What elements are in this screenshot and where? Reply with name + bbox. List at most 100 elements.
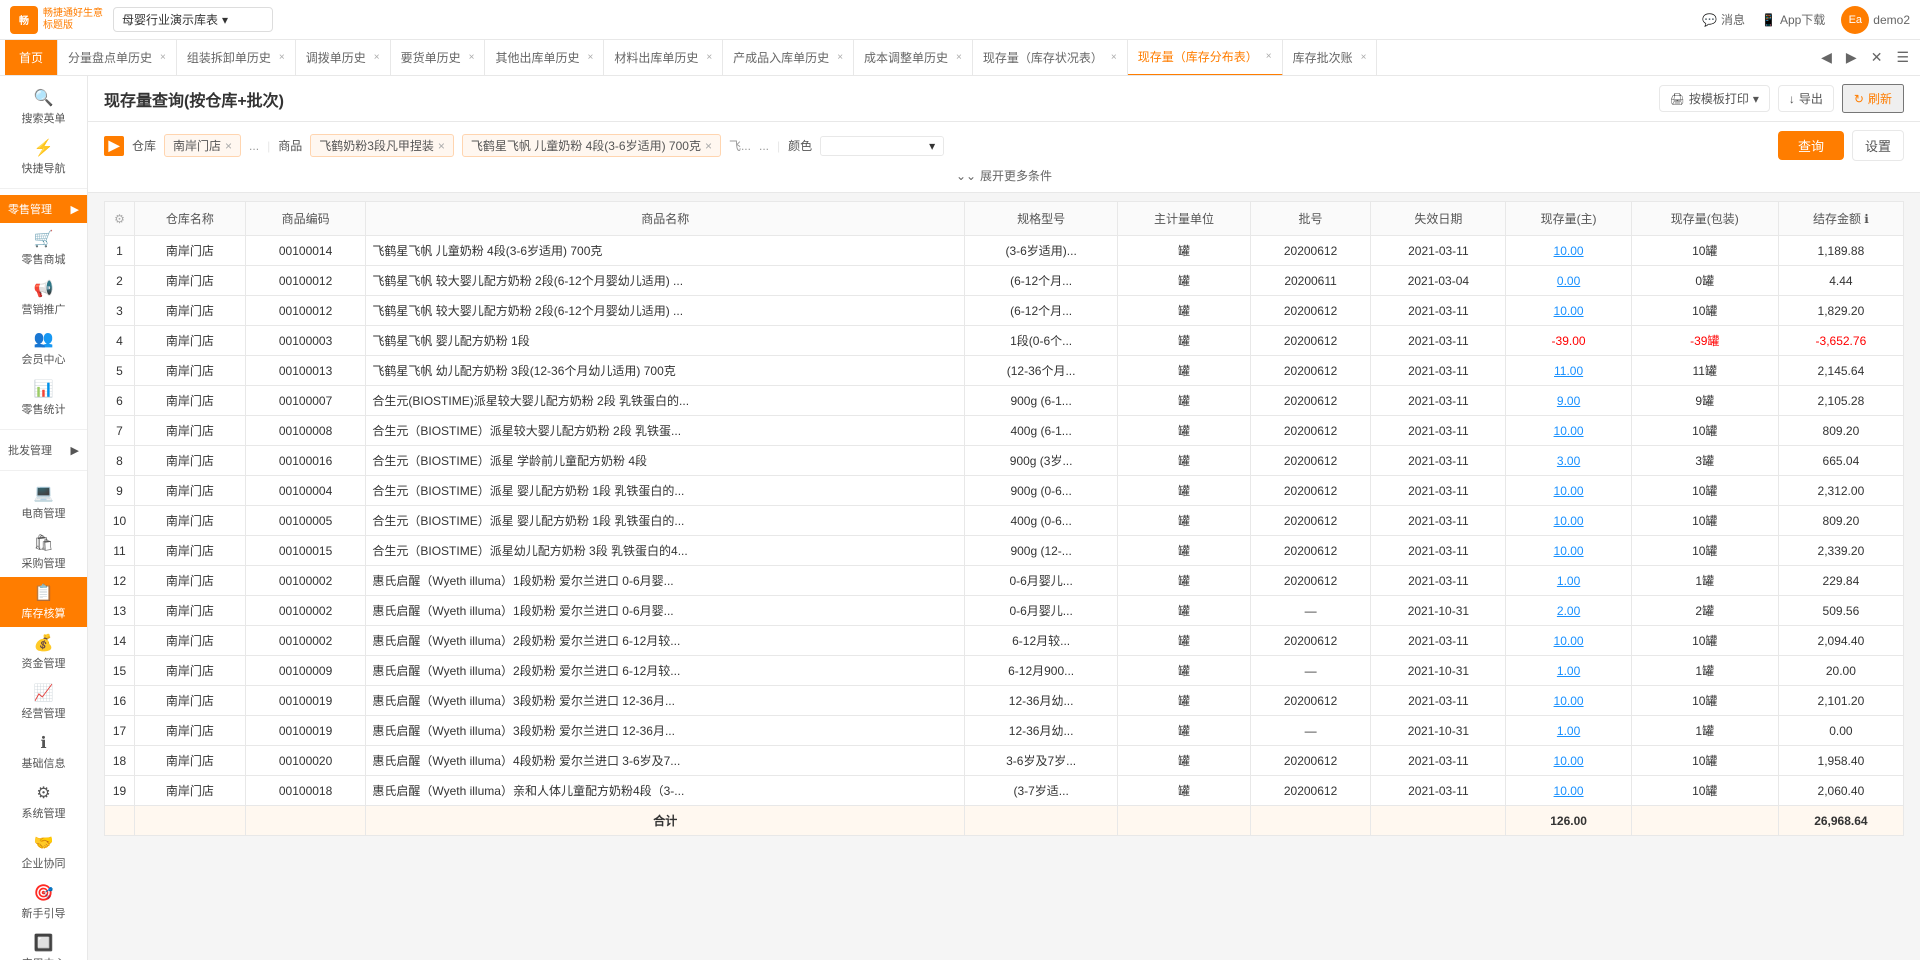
user-avatar[interactable]: Ea demo2: [1841, 6, 1910, 34]
row-expiry: 2021-03-11: [1371, 446, 1506, 476]
row-expiry: 2021-03-11: [1371, 296, 1506, 326]
row-qty-main[interactable]: 1.00: [1506, 716, 1631, 746]
warehouse-tag[interactable]: 南岸门店 ×: [164, 134, 241, 157]
sidebar-item-retail-store[interactable]: 🛒 零售商城: [0, 223, 87, 273]
row-qty-main[interactable]: 10.00: [1506, 626, 1631, 656]
sidebar-item-retail-mgmt[interactable]: 零售管理 ▶: [0, 195, 87, 223]
logo-area: 畅 畅捷通好生意 标题版: [10, 6, 103, 34]
sidebar-item-purchase[interactable]: 🛍 采购管理: [0, 527, 87, 577]
row-qty-main[interactable]: 1.00: [1506, 656, 1631, 686]
row-qty-main[interactable]: 9.00: [1506, 386, 1631, 416]
color-dropdown[interactable]: ▾: [820, 136, 944, 156]
tab-3[interactable]: 调拨单历史 ×: [296, 40, 391, 76]
row-code: 00100016: [245, 446, 366, 476]
sidebar-item-apps[interactable]: 🔲 应用中心: [0, 927, 87, 960]
tab-next[interactable]: ▶: [1840, 49, 1863, 66]
filter-more-dots2[interactable]: ...: [759, 139, 769, 153]
tab-9[interactable]: 现存量（库存状况表） ×: [973, 40, 1128, 76]
row-qty-main[interactable]: 11.00: [1506, 356, 1631, 386]
sidebar-item-search[interactable]: 🔍 搜索英单: [0, 82, 87, 132]
sidebar-item-wholesale[interactable]: 批发管理 ▶: [0, 436, 87, 464]
tab-close-11[interactable]: ×: [1361, 52, 1367, 63]
row-qty-main[interactable]: 1.00: [1506, 566, 1631, 596]
tab-2[interactable]: 组装拆卸单历史 ×: [177, 40, 296, 76]
tab-8[interactable]: 成本调整单历史 ×: [854, 40, 973, 76]
tab-close-9[interactable]: ×: [1111, 52, 1117, 63]
tab-close-4[interactable]: ×: [469, 52, 475, 63]
sidebar-item-system[interactable]: ⚙ 系统管理: [0, 777, 87, 827]
sidebar-item-guide[interactable]: 🎯 新手引导: [0, 877, 87, 927]
row-qty-main[interactable]: 10.00: [1506, 296, 1631, 326]
row-unit: 罐: [1118, 296, 1251, 326]
tab-close-6[interactable]: ×: [706, 52, 712, 63]
tab-7[interactable]: 产成品入库单历史 ×: [723, 40, 854, 76]
tab-home[interactable]: 首页: [5, 40, 58, 76]
tab-5[interactable]: 其他出库单历史 ×: [485, 40, 604, 76]
row-qty-main[interactable]: 10.00: [1506, 476, 1631, 506]
tab-6[interactable]: 材料出库单历史 ×: [604, 40, 723, 76]
row-name: 合生元（BIOSTIME）派星 婴儿配方奶粉 1段 乳铁蛋白的...: [366, 506, 965, 536]
row-warehouse: 南岸门店: [135, 446, 246, 476]
warehouse-tag-remove[interactable]: ×: [225, 139, 232, 153]
template-print-btn[interactable]: 🖨 按模板打印 ▾: [1659, 85, 1770, 112]
sidebar-item-base-info[interactable]: ℹ 基础信息: [0, 727, 87, 777]
export-btn[interactable]: ↓ 导出: [1778, 85, 1834, 112]
sidebar-item-operations[interactable]: 📈 经营管理: [0, 677, 87, 727]
table-row: 19 南岸门店 00100018 惠氏启醒（Wyeth illuma）亲和人体儿…: [105, 776, 1904, 806]
row-qty-main[interactable]: 3.00: [1506, 446, 1631, 476]
row-qty-pack: 10罐: [1631, 506, 1778, 536]
tab-close-7[interactable]: ×: [837, 52, 843, 63]
filter-expand-btn[interactable]: ▶: [104, 136, 124, 156]
sidebar-item-nav[interactable]: ⚡ 快捷导航: [0, 132, 87, 182]
tab-11[interactable]: 库存批次账 ×: [1283, 40, 1378, 76]
row-qty-main[interactable]: 0.00: [1506, 266, 1631, 296]
row-qty-main[interactable]: 10.00: [1506, 686, 1631, 716]
row-qty-main[interactable]: 10.00: [1506, 746, 1631, 776]
settings-btn[interactable]: 设置: [1852, 130, 1904, 161]
tab-4[interactable]: 要货单历史 ×: [391, 40, 486, 76]
app-download-btn[interactable]: 📱 App下载: [1761, 11, 1825, 28]
row-qty-pack: 10罐: [1631, 296, 1778, 326]
refresh-btn[interactable]: ↻ 刷新: [1842, 84, 1904, 113]
tab-menu[interactable]: ☰: [1890, 49, 1915, 66]
row-qty-main[interactable]: 10.00: [1506, 536, 1631, 566]
sidebar-item-finance[interactable]: 💰 资金管理: [0, 627, 87, 677]
tab-close-3[interactable]: ×: [374, 52, 380, 63]
workspace-selector[interactable]: 母婴行业演示库表 ▾: [113, 7, 273, 32]
sidebar-item-marketing[interactable]: 📢 营销推广: [0, 273, 87, 323]
row-batch: 20200612: [1250, 566, 1371, 596]
tab-close-all[interactable]: ✕: [1865, 49, 1889, 66]
row-qty-main[interactable]: 10.00: [1506, 506, 1631, 536]
message-btn[interactable]: 💬 消息: [1702, 11, 1745, 28]
chevron-icon: ▾: [929, 139, 935, 153]
tab-close-8[interactable]: ×: [956, 52, 962, 63]
filter-more-dots[interactable]: ...: [249, 139, 259, 153]
row-batch: 20200612: [1250, 236, 1371, 266]
gear-icon[interactable]: ⚙: [114, 212, 125, 226]
product-tag-2-remove[interactable]: ×: [705, 139, 712, 153]
product-filter-more[interactable]: 飞...: [729, 137, 751, 154]
row-qty-main[interactable]: 10.00: [1506, 776, 1631, 806]
product-tag-1[interactable]: 飞鹤奶粉3段凡甲捏装 ×: [310, 134, 454, 157]
sidebar-item-inventory[interactable]: 📋 库存核算: [0, 577, 87, 627]
sidebar-item-members[interactable]: 👥 会员中心: [0, 323, 87, 373]
row-qty-main[interactable]: 10.00: [1506, 236, 1631, 266]
tab-1[interactable]: 分量盘点单历史 ×: [58, 40, 177, 76]
tab-close-2[interactable]: ×: [279, 52, 285, 63]
sidebar-item-retail-stats[interactable]: 📊 零售统计: [0, 373, 87, 423]
row-qty-main[interactable]: 2.00: [1506, 596, 1631, 626]
expand-more-btn[interactable]: ⌄⌄ 展开更多条件: [104, 167, 1904, 184]
tab-10[interactable]: 现存量（库存分布表） ×: [1128, 40, 1283, 76]
row-qty-main[interactable]: 10.00: [1506, 416, 1631, 446]
tab-close-1[interactable]: ×: [160, 52, 166, 63]
sidebar-item-collab[interactable]: 🤝 企业协同: [0, 827, 87, 877]
product-tag-2[interactable]: 飞鹤星飞帆 儿童奶粉 4段(3-6岁适用) 700克 ×: [462, 134, 721, 157]
row-name: 合生元(BIOSTIME)派星较大婴儿配方奶粉 2段 乳铁蛋白的...: [366, 386, 965, 416]
tab-close-10[interactable]: ×: [1266, 51, 1272, 62]
sidebar-item-ecommerce[interactable]: 💻 电商管理: [0, 477, 87, 527]
query-btn[interactable]: 查询: [1778, 131, 1844, 160]
tab-close-5[interactable]: ×: [587, 52, 593, 63]
row-batch: 20200611: [1250, 266, 1371, 296]
tab-prev[interactable]: ◀: [1815, 49, 1838, 66]
product-tag-1-remove[interactable]: ×: [438, 139, 445, 153]
